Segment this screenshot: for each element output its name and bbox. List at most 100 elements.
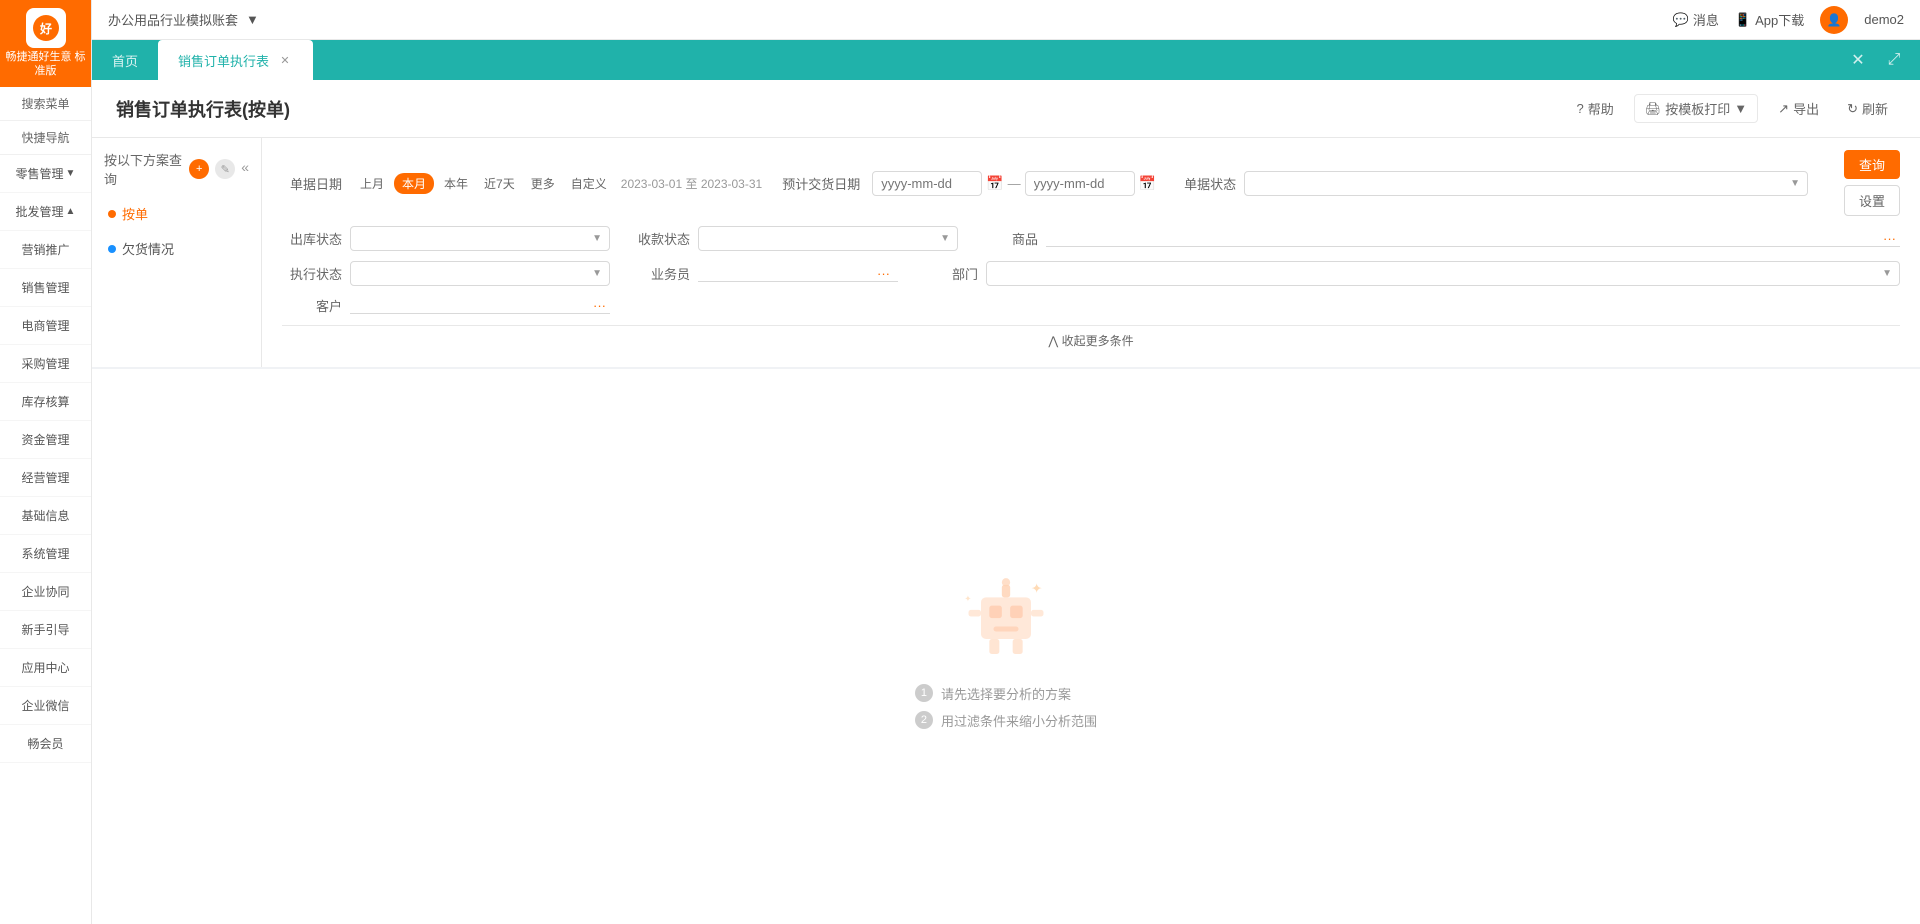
tab-home[interactable]: 首页	[92, 40, 158, 80]
logo-area[interactable]: 好 畅捷通好生意 标准版	[0, 0, 91, 87]
date-tab-7days[interactable]: 近7天	[478, 173, 521, 194]
sidebar-item-retail[interactable]: 零售管理 ▼	[0, 155, 91, 193]
department-label: 部门	[918, 264, 978, 283]
tab-sales-order[interactable]: 销售订单执行表 ✕	[158, 40, 313, 80]
sidebar-item-inventory[interactable]: 库存核算	[0, 383, 91, 421]
execution-status-select-wrapper	[350, 261, 610, 286]
svg-text:✦: ✦	[964, 593, 971, 603]
tab-close-window-btn[interactable]: ✕	[1844, 46, 1872, 74]
settings-btn[interactable]: 设置	[1844, 185, 1900, 216]
collapse-sidebar-btn[interactable]: «	[241, 159, 249, 179]
date-field: 单据日期 上月 本月 本年 近7天 更多 自定义 2023-03-01 至 20…	[282, 173, 762, 194]
sidebar-item-ecommerce[interactable]: 电商管理	[0, 307, 91, 345]
option-label-order: 按单	[122, 204, 148, 223]
date-tab-current-year[interactable]: 本年	[438, 173, 474, 194]
sidebar-item-purchase[interactable]: 采购管理	[0, 345, 91, 383]
date-label: 单据日期	[282, 174, 342, 193]
order-status-select[interactable]	[1244, 171, 1808, 196]
sidebar-item-appcenter[interactable]: 应用中心	[0, 649, 91, 687]
collapse-bar[interactable]: ⋀ 收起更多条件	[282, 325, 1900, 355]
tab-fullscreen-btn[interactable]: ⤢	[1880, 46, 1908, 74]
topbar-left: 办公用品行业模拟账套 ▼	[108, 10, 259, 29]
add-scheme-btn[interactable]: +	[189, 159, 209, 179]
print-label: 按模板打印	[1665, 99, 1730, 118]
user-name[interactable]: demo2	[1864, 12, 1904, 27]
topbar-right: 💬 消息 📱 App下载 👤 demo2	[1673, 6, 1904, 34]
sidebar-item-marketing[interactable]: 营销推广	[0, 231, 91, 269]
filter-row-2: 出库状态 收款状态 商品 ···	[282, 226, 1900, 251]
expected-date-to[interactable]	[1025, 171, 1135, 196]
sidebar-quick-nav[interactable]: 快捷导航	[0, 121, 91, 155]
page-title: 销售订单执行表(按单)	[116, 96, 290, 122]
department-select[interactable]	[986, 261, 1900, 286]
option-label-debt: 欠货情况	[122, 239, 174, 258]
sidebar-item-wechat[interactable]: 企业微信	[0, 687, 91, 725]
topbar-app-download[interactable]: 📱 App下载	[1735, 10, 1804, 29]
customer-label: 客户	[282, 296, 342, 315]
filter-option-by-debt[interactable]: 欠货情况	[92, 231, 261, 266]
filter-sidebar-header: 按以下方案查询 + ✎ «	[92, 150, 261, 196]
payment-status-select[interactable]	[698, 226, 958, 251]
search-btn[interactable]: 查询	[1844, 150, 1900, 179]
payment-status-select-wrapper	[698, 226, 958, 251]
user-avatar[interactable]: 👤	[1820, 6, 1848, 34]
message-label: 消息	[1693, 10, 1719, 29]
filter-row-1: 单据日期 上月 本月 本年 近7天 更多 自定义 2023-03-01 至 20…	[282, 150, 1900, 216]
calendar-icon-from[interactable]: 📅	[986, 175, 1003, 192]
page-header: 销售订单执行表(按单) ? 帮助 🖨 按模板打印 ▼ ↗ 导出 ↻ 刷新	[92, 80, 1920, 138]
tab-sales-order-label: 销售订单执行表	[178, 51, 269, 70]
tab-home-label: 首页	[112, 51, 138, 70]
help-btn[interactable]: ? 帮助	[1569, 95, 1622, 122]
sidebar-item-wholesale[interactable]: 批发管理 ▲	[0, 193, 91, 231]
expected-date-field: 预计交货日期 📅 — 📅	[782, 171, 1156, 196]
execution-status-label: 执行状态	[282, 264, 342, 283]
tabbar-actions: ✕ ⤢	[1844, 46, 1920, 74]
topbar-message[interactable]: 💬 消息	[1673, 10, 1719, 29]
sidebar-wholesale-label: 批发管理	[16, 203, 64, 220]
tabbar: 首页 销售订单执行表 ✕ ✕ ⤢	[92, 40, 1920, 80]
add-icon: +	[196, 163, 202, 175]
execution-status-field: 执行状态	[282, 261, 610, 286]
sidebar-item-newuser[interactable]: 新手引导	[0, 611, 91, 649]
search-buttons: 查询 设置	[1844, 150, 1900, 216]
calendar-icon-to[interactable]: 📅	[1139, 175, 1156, 192]
sidebar-item-enterprise[interactable]: 企业协同	[0, 573, 91, 611]
step-1-text: 请先选择要分析的方案	[941, 684, 1071, 703]
sidebar-search-menu[interactable]: 搜索菜单	[0, 87, 91, 121]
refresh-btn[interactable]: ↻ 刷新	[1839, 95, 1896, 122]
salesperson-field: 业务员 ···	[630, 264, 898, 283]
sidebar-item-finance[interactable]: 资金管理	[0, 421, 91, 459]
print-btn[interactable]: 🖨 按模板打印 ▼	[1634, 94, 1758, 123]
sidebar-retail-arrow: ▼	[66, 168, 76, 179]
date-tab-custom[interactable]: 自定义	[565, 173, 613, 194]
avatar-image: 👤	[1827, 13, 1842, 27]
date-tab-last-month[interactable]: 上月	[354, 173, 390, 194]
filter-panel: 按以下方案查询 + ✎ « 按单	[92, 138, 1920, 367]
date-tab-current-month[interactable]: 本月	[394, 173, 434, 194]
edit-scheme-btn[interactable]: ✎	[215, 159, 235, 179]
collapse-label: 收起更多条件	[1062, 334, 1134, 348]
logo-icon: 好	[26, 8, 66, 48]
date-tabs: 上月 本月 本年 近7天 更多 自定义	[354, 173, 613, 194]
filter-option-by-order[interactable]: 按单	[92, 196, 261, 231]
execution-status-select[interactable]	[350, 261, 610, 286]
topbar-dropdown-icon[interactable]: ▼	[246, 12, 259, 27]
empty-step-2: 2 用过滤条件来缩小分析范围	[915, 711, 1097, 730]
step-2-num: 2	[915, 711, 933, 729]
expected-date-from[interactable]	[872, 171, 982, 196]
customer-more-btn[interactable]: ···	[593, 298, 606, 313]
product-more-btn[interactable]: ···	[1883, 231, 1896, 246]
print-dropdown-icon: ▼	[1734, 101, 1747, 116]
sidebar-item-basic[interactable]: 基础信息	[0, 497, 91, 535]
export-btn[interactable]: ↗ 导出	[1770, 95, 1827, 122]
salesperson-more-btn[interactable]: ···	[877, 266, 890, 281]
sidebar-item-operations[interactable]: 经营管理	[0, 459, 91, 497]
tab-close-btn[interactable]: ✕	[277, 52, 293, 68]
sidebar-item-system[interactable]: 系统管理	[0, 535, 91, 573]
date-tab-more[interactable]: 更多	[525, 173, 561, 194]
department-select-wrapper	[986, 261, 1900, 286]
sidebar-item-member[interactable]: 畅会员	[0, 725, 91, 763]
date-range-hint: 2023-03-01 至 2023-03-31	[621, 175, 762, 192]
delivery-status-select[interactable]	[350, 226, 610, 251]
sidebar-item-sales[interactable]: 销售管理	[0, 269, 91, 307]
